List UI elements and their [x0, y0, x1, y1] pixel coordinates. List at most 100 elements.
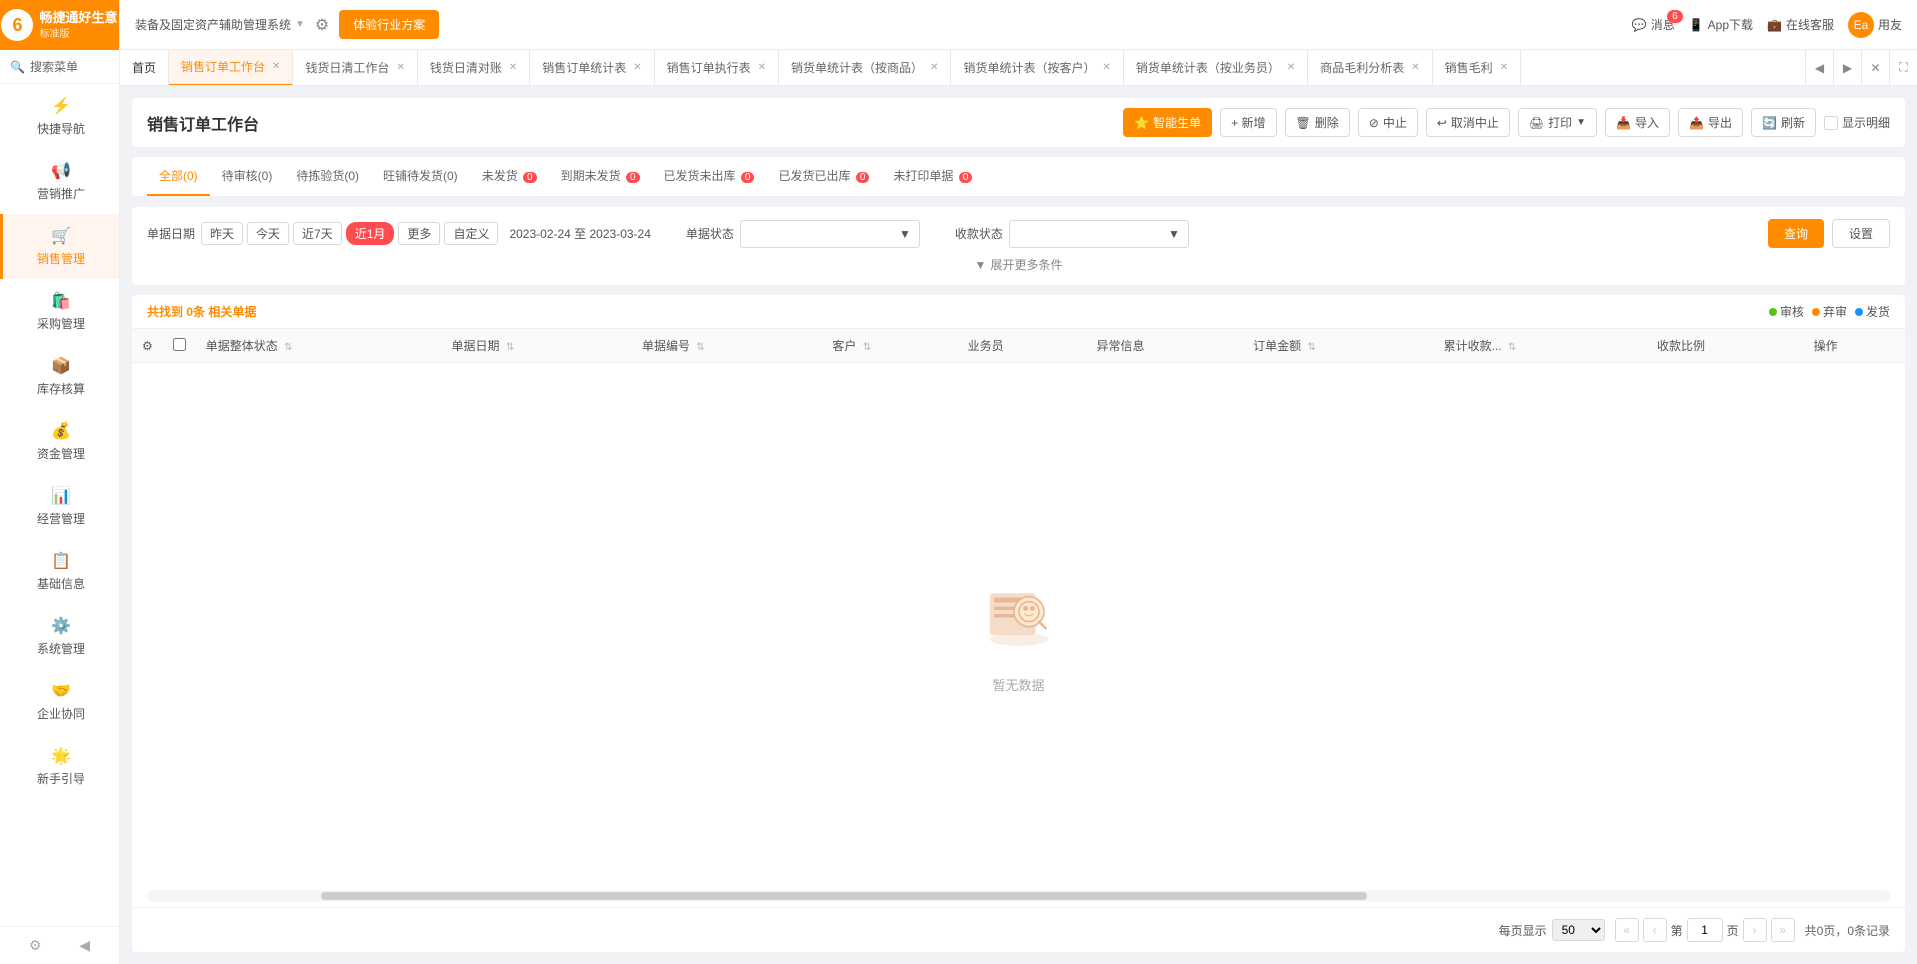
- revoke-btn[interactable]: 弃审: [1812, 303, 1847, 320]
- sidebar-item-enterprise[interactable]: 🤝 企业协同: [0, 669, 119, 734]
- tab-sales-profit-close[interactable]: ✕: [1500, 62, 1508, 73]
- stop-button[interactable]: ⊘ 中止: [1358, 108, 1418, 137]
- ship-btn[interactable]: 发货: [1855, 303, 1890, 320]
- date-7days-btn[interactable]: 近7天: [293, 222, 342, 245]
- system-title[interactable]: 装备及固定资产辅助管理系统 ▼: [135, 16, 305, 33]
- filter-tab-wangpu[interactable]: 旺铺待发货(0): [371, 157, 470, 196]
- tab-sales-order[interactable]: 销售订单工作台 ✕: [169, 50, 293, 86]
- tab-sales-stat-close[interactable]: ✕: [633, 62, 641, 73]
- tab-sales-profit[interactable]: 销售毛利 ✕: [1433, 50, 1521, 86]
- tab-sales-exec[interactable]: 销售订单执行表 ✕: [655, 50, 779, 86]
- topbar-gear-icon[interactable]: ⚙: [315, 15, 329, 35]
- tab-sales-stat-product[interactable]: 销货单统计表（按商品） ✕: [779, 50, 951, 86]
- page-number-input[interactable]: [1687, 918, 1723, 942]
- tab-fullscreen-btn[interactable]: ⛶: [1889, 50, 1917, 86]
- scroll-thumb[interactable]: [321, 892, 1367, 900]
- tab-close-all-btn[interactable]: ✕: [1861, 50, 1889, 86]
- th-amount[interactable]: 订单金额 ⇅: [1243, 329, 1433, 363]
- add-button[interactable]: + 新增: [1220, 108, 1276, 137]
- date-more-btn[interactable]: 更多: [398, 222, 440, 245]
- refresh-button[interactable]: 🔄 刷新: [1751, 108, 1816, 137]
- tab-sales-stat-product-close[interactable]: ✕: [930, 62, 938, 73]
- tab-next-btn[interactable]: ▶: [1833, 50, 1861, 86]
- date-today-btn[interactable]: 今天: [247, 222, 289, 245]
- search-menu[interactable]: 🔍 搜索菜单: [0, 50, 119, 84]
- sidebar-item-sales[interactable]: 🛒 销售管理: [0, 214, 119, 279]
- sidebar-item-marketing[interactable]: 📢 营销推广: [0, 149, 119, 214]
- sidebar-item-purchase[interactable]: 🛍️ 采购管理: [0, 279, 119, 344]
- tab-prev-btn[interactable]: ◀: [1805, 50, 1833, 86]
- show-detail-checkbox[interactable]: [1824, 116, 1838, 130]
- print-button[interactable]: 🖨 打印 ▼: [1518, 108, 1597, 137]
- tab-sales-order-close[interactable]: ✕: [272, 61, 280, 72]
- tab-sales-stat[interactable]: 销售订单统计表 ✕: [530, 50, 654, 86]
- sidebar-item-operations[interactable]: 📊 经营管理: [0, 474, 119, 539]
- cancel-stop-label: 取消中止: [1451, 114, 1499, 131]
- export-button[interactable]: 📤 导出: [1678, 108, 1743, 137]
- query-button[interactable]: 查询: [1768, 219, 1824, 248]
- tab-margin-close[interactable]: ✕: [1411, 62, 1419, 73]
- sidebar-settings-btn[interactable]: ⚙: [29, 937, 42, 954]
- user-area[interactable]: Ea 用友: [1848, 12, 1902, 38]
- expand-conditions-btn[interactable]: ▼ 展开更多条件: [975, 256, 1063, 273]
- solution-button[interactable]: 体验行业方案: [339, 10, 439, 39]
- payment-select[interactable]: ▼: [1009, 220, 1189, 248]
- empty-svg: [969, 560, 1069, 660]
- tab-sales-stat-staff[interactable]: 销货单统计表（按业务员） ✕: [1124, 50, 1308, 86]
- filter-tab-shipped-not-out[interactable]: 已发货未出库 0: [652, 157, 767, 196]
- tab-margin-analysis[interactable]: 商品毛利分析表 ✕: [1308, 50, 1432, 86]
- delete-button[interactable]: 🗑 删除: [1285, 108, 1350, 137]
- tab-sales-stat-customer-close[interactable]: ✕: [1102, 62, 1110, 73]
- smart-create-button[interactable]: ⭐ 智能生单: [1123, 108, 1212, 137]
- filter-tab-shipped-out[interactable]: 已发货已出库 0: [766, 157, 881, 196]
- system-title-text: 装备及固定资产辅助管理系统: [135, 16, 291, 33]
- settings-icon[interactable]: ⚙: [142, 339, 153, 353]
- tab-cash-daily-close[interactable]: ✕: [396, 62, 404, 73]
- app-download-btn[interactable]: 📱 App下载: [1689, 16, 1753, 33]
- filter-tab-not-shipped[interactable]: 未发货 0: [470, 157, 549, 196]
- online-service-btn[interactable]: 💼 在线客服: [1767, 16, 1834, 33]
- th-status[interactable]: 单据整体状态 ⇅: [196, 329, 442, 363]
- date-custom-btn[interactable]: 自定义: [444, 222, 498, 245]
- prev-page-btn[interactable]: ‹: [1643, 918, 1667, 942]
- first-page-btn[interactable]: «: [1615, 918, 1639, 942]
- tab-home[interactable]: 首页: [120, 50, 169, 86]
- tab-cash-daily[interactable]: 钱货日清工作台 ✕: [293, 50, 417, 86]
- cancel-stop-button[interactable]: ↩ 取消中止: [1426, 108, 1510, 137]
- th-date[interactable]: 单据日期 ⇅: [441, 329, 631, 363]
- date-yesterday-btn[interactable]: 昨天: [201, 222, 243, 245]
- sidebar-collapse-btn[interactable]: ◀: [79, 937, 90, 954]
- page-size-select[interactable]: 10 20 50 100: [1552, 919, 1605, 941]
- last-page-btn[interactable]: »: [1771, 918, 1795, 942]
- tab-cash-account[interactable]: 钱货日清对账 ✕: [418, 50, 530, 86]
- filter-tab-pending[interactable]: 待审核(0): [210, 157, 285, 196]
- message-btn[interactable]: 💬 消息 6: [1632, 16, 1675, 33]
- sidebar-item-basic[interactable]: 📋 基础信息: [0, 539, 119, 604]
- tab-cash-account-close[interactable]: ✕: [509, 62, 517, 73]
- tab-sales-stat-staff-close[interactable]: ✕: [1287, 62, 1295, 73]
- tab-sales-exec-close[interactable]: ✕: [758, 62, 766, 73]
- filter-tab-overdue[interactable]: 到期未发货 0: [549, 157, 652, 196]
- status-select[interactable]: ▼: [740, 220, 920, 248]
- th-collected[interactable]: 累计收款... ⇅: [1434, 329, 1647, 363]
- select-all-checkbox[interactable]: [173, 338, 186, 351]
- th-number[interactable]: 单据编号 ⇅: [632, 329, 822, 363]
- filter-tab-all[interactable]: 全部(0): [147, 157, 210, 196]
- page-header: 销售订单工作台 ⭐ 智能生单 + 新增 🗑 删除 ⊘ 中止 ↩: [132, 98, 1905, 147]
- sidebar-item-finance[interactable]: 💰 资金管理: [0, 409, 119, 474]
- filter-tab-pending-inspect[interactable]: 待拣验货(0): [284, 157, 371, 196]
- sidebar-item-system[interactable]: ⚙️ 系统管理: [0, 604, 119, 669]
- tab-sales-stat-customer[interactable]: 销货单统计表（按客户） ✕: [951, 50, 1123, 86]
- approve-btn[interactable]: 审核: [1769, 303, 1804, 320]
- settings-button[interactable]: 设置: [1832, 219, 1890, 248]
- th-customer[interactable]: 客户 ⇅: [822, 329, 957, 363]
- horizontal-scrollbar[interactable]: [147, 890, 1890, 902]
- filter-tab-not-printed[interactable]: 未打印单据 0: [881, 157, 984, 196]
- sidebar-item-inventory[interactable]: 📦 库存核算: [0, 344, 119, 409]
- import-button[interactable]: 📥 导入: [1605, 108, 1670, 137]
- sidebar-item-quick-nav[interactable]: ⚡ 快捷导航: [0, 84, 119, 149]
- stop-icon: ⊘: [1369, 116, 1379, 130]
- date-1month-btn[interactable]: 近1月: [346, 222, 395, 245]
- sidebar-item-guide[interactable]: 🌟 新手引导: [0, 734, 119, 799]
- next-page-btn[interactable]: ›: [1743, 918, 1767, 942]
